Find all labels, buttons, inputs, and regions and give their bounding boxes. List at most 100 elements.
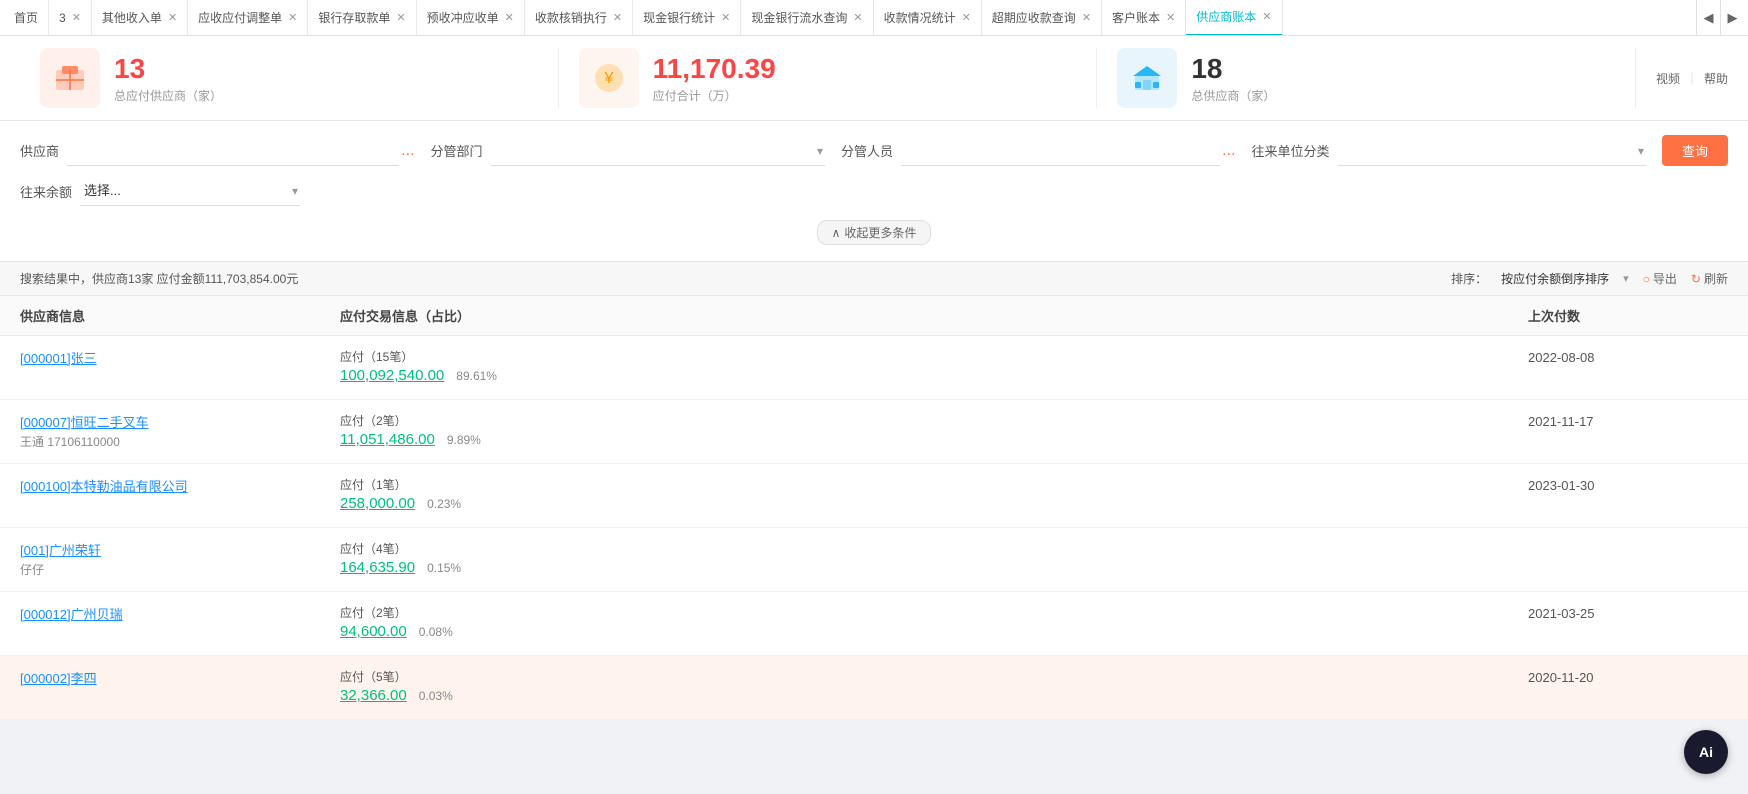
nav-tab-prepay-label: 预收冲应收单 <box>427 9 499 26</box>
trans-amount[interactable]: 164,635.90 <box>340 559 415 576</box>
search-button[interactable]: 查询 <box>1662 135 1728 166</box>
nav-tab-customer-ledger-label: 客户账本 <box>1112 9 1160 26</box>
table-row: [000001]张三 应付（15笔） 100,092,540.00 89.61%… <box>0 336 1748 400</box>
help-link[interactable]: 帮助 <box>1704 70 1728 87</box>
close-icon[interactable]: ✕ <box>72 11 81 24</box>
trans-percent: 89.61% <box>456 369 497 383</box>
trans-amount[interactable]: 94,600.00 <box>340 623 407 640</box>
category-filter-select[interactable] <box>1338 136 1646 166</box>
nav-tab-ar-adjust-label: 应收应付调整单 <box>198 9 282 26</box>
header-last-payment: 上次付数 <box>1528 306 1728 325</box>
supplier-dots[interactable]: ... <box>401 143 414 159</box>
nav-tab-collection[interactable]: 收款核销执行 ✕ <box>525 0 633 36</box>
nav-tab-bank-deposit[interactable]: 银行存取款单 ✕ <box>308 0 416 36</box>
close-icon[interactable]: ✕ <box>721 11 730 24</box>
supplier-name-link[interactable]: [000002]李四 <box>20 668 340 687</box>
transaction-cell: 应付（2笔） 11,051,486.00 9.89% <box>340 412 1528 448</box>
nav-tab-cash-stat-label: 现金银行统计 <box>643 9 715 26</box>
nav-tab-home[interactable]: 首页 <box>4 0 49 36</box>
table-row: [000100]本特勒油品有限公司 应付（1笔） 258,000.00 0.23… <box>0 464 1748 528</box>
close-icon[interactable]: ✕ <box>962 11 971 24</box>
nav-tab-3[interactable]: 3 ✕ <box>49 0 92 36</box>
nav-tab-ar-adjust[interactable]: 应收应付调整单 ✕ <box>188 0 308 36</box>
last-payment-date: 2020-11-20 <box>1528 668 1728 685</box>
trans-percent: 0.15% <box>427 561 461 575</box>
ai-badge-button[interactable]: Ai <box>1684 730 1728 774</box>
transaction-cell: 应付（2笔） 94,600.00 0.08% <box>340 604 1528 640</box>
trans-label: 应付（4笔） <box>340 540 1528 557</box>
close-icon[interactable]: ✕ <box>1082 11 1091 24</box>
video-link[interactable]: 视频 <box>1656 70 1680 87</box>
trans-amount[interactable]: 11,051,486.00 <box>340 431 435 448</box>
store-icon <box>1117 48 1177 108</box>
last-payment-date: 2023-01-30 <box>1528 476 1728 493</box>
last-payment-date: 2022-08-08 <box>1528 348 1728 365</box>
summary-payable-info: 13 总应付供应商（家） <box>114 52 538 105</box>
refresh-label: 刷新 <box>1704 270 1728 287</box>
dept-select-wrap: ▾ <box>491 136 825 166</box>
supplier-filter-input[interactable] <box>67 136 399 166</box>
close-icon[interactable]: ✕ <box>288 11 297 24</box>
svg-text:¥: ¥ <box>603 70 613 87</box>
supplier-name-link[interactable]: [000001]张三 <box>20 348 340 367</box>
nav-tab-3-label: 3 <box>59 11 66 25</box>
filter-supplier: 供应商 ... <box>20 136 415 166</box>
supplier-cell: [000002]李四 <box>20 668 340 689</box>
sort-value[interactable]: 按应付余额倒序排序 <box>1501 270 1609 287</box>
balance-filter-select[interactable]: 选择... <box>80 176 300 206</box>
export-icon: ○ <box>1643 272 1650 286</box>
person-filter-input[interactable] <box>901 136 1220 166</box>
nav-tab-cash-stat[interactable]: 现金银行统计 ✕ <box>633 0 741 36</box>
trans-label: 应付（2笔） <box>340 412 1528 429</box>
nav-tab-customer-ledger[interactable]: 客户账本 ✕ <box>1102 0 1186 36</box>
refresh-button[interactable]: ↻ 刷新 <box>1691 270 1728 287</box>
transaction-cell: 应付（1笔） 258,000.00 0.23% <box>340 476 1528 512</box>
close-icon[interactable]: ✕ <box>396 11 405 24</box>
person-filter-label: 分管人员 <box>841 141 893 160</box>
summary-card-total-payable: ¥ 11,170.39 应付合计（万） <box>559 48 1098 108</box>
sort-label: 排序： <box>1451 270 1487 287</box>
supplier-name-link[interactable]: [000100]本特勒油品有限公司 <box>20 476 340 495</box>
close-icon[interactable]: ✕ <box>1262 10 1271 23</box>
supplier-name-link[interactable]: [000007]恒旺二手叉车 <box>20 412 340 431</box>
dept-filter-select[interactable] <box>491 136 825 166</box>
nav-tab-overdue[interactable]: 超期应收款查询 ✕ <box>982 0 1102 36</box>
transaction-info: 应付（2笔） 11,051,486.00 9.89% <box>340 412 1528 448</box>
nav-next-button[interactable]: ▶ <box>1720 0 1744 36</box>
table-row: [000002]李四 应付（5笔） 32,366.00 0.03% 2020-1… <box>0 656 1748 720</box>
supplier-sub: 仔仔 <box>20 561 340 578</box>
close-icon[interactable]: ✕ <box>505 11 514 24</box>
supplier-sub: 王通 17106110000 <box>20 433 340 450</box>
supplier-name-link[interactable]: [001]广州荣轩 <box>20 540 340 559</box>
nav-arrows: ◀ ▶ <box>1696 0 1744 36</box>
summary-card-total-suppliers: 18 总供应商（家） <box>1097 48 1636 108</box>
nav-prev-button[interactable]: ◀ <box>1696 0 1720 36</box>
trans-inline: 94,600.00 0.08% <box>340 623 1528 640</box>
trans-amount[interactable]: 100,092,540.00 <box>340 367 444 384</box>
close-icon[interactable]: ✕ <box>613 11 622 24</box>
supplier-name-link[interactable]: [000012]广州贝瑞 <box>20 604 340 623</box>
trans-percent: 9.89% <box>447 433 481 447</box>
nav-tab-supplier-ledger[interactable]: 供应商账本 ✕ <box>1186 0 1282 36</box>
balance-filter-label: 往来余额 <box>20 182 72 201</box>
collapse-label: 收起更多条件 <box>844 224 916 241</box>
collapse-button[interactable]: ∧ 收起更多条件 <box>817 220 932 245</box>
trans-amount[interactable]: 32,366.00 <box>340 687 407 704</box>
last-payment-cell <box>1528 540 1728 542</box>
nav-tab-other-income[interactable]: 其他收入单 ✕ <box>92 0 188 36</box>
close-icon[interactable]: ✕ <box>168 11 177 24</box>
supplier-filter-label: 供应商 <box>20 141 59 160</box>
nav-tab-cash-flow[interactable]: 现金银行流水查询 ✕ <box>741 0 873 36</box>
close-icon[interactable]: ✕ <box>853 11 862 24</box>
export-button[interactable]: ○ 导出 <box>1643 270 1677 287</box>
supplier-cell: [001]广州荣轩 仔仔 <box>20 540 340 578</box>
trans-inline: 258,000.00 0.23% <box>340 495 1528 512</box>
transaction-cell: 应付（4笔） 164,635.90 0.15% <box>340 540 1528 576</box>
nav-tab-prepay[interactable]: 预收冲应收单 ✕ <box>417 0 525 36</box>
trans-percent: 0.08% <box>419 625 453 639</box>
close-icon[interactable]: ✕ <box>1166 11 1175 24</box>
nav-tab-payment-stat[interactable]: 收款情况统计 ✕ <box>874 0 982 36</box>
person-dots[interactable]: ... <box>1222 143 1235 159</box>
trans-amount[interactable]: 258,000.00 <box>340 495 415 512</box>
trans-percent: 0.03% <box>419 689 453 703</box>
